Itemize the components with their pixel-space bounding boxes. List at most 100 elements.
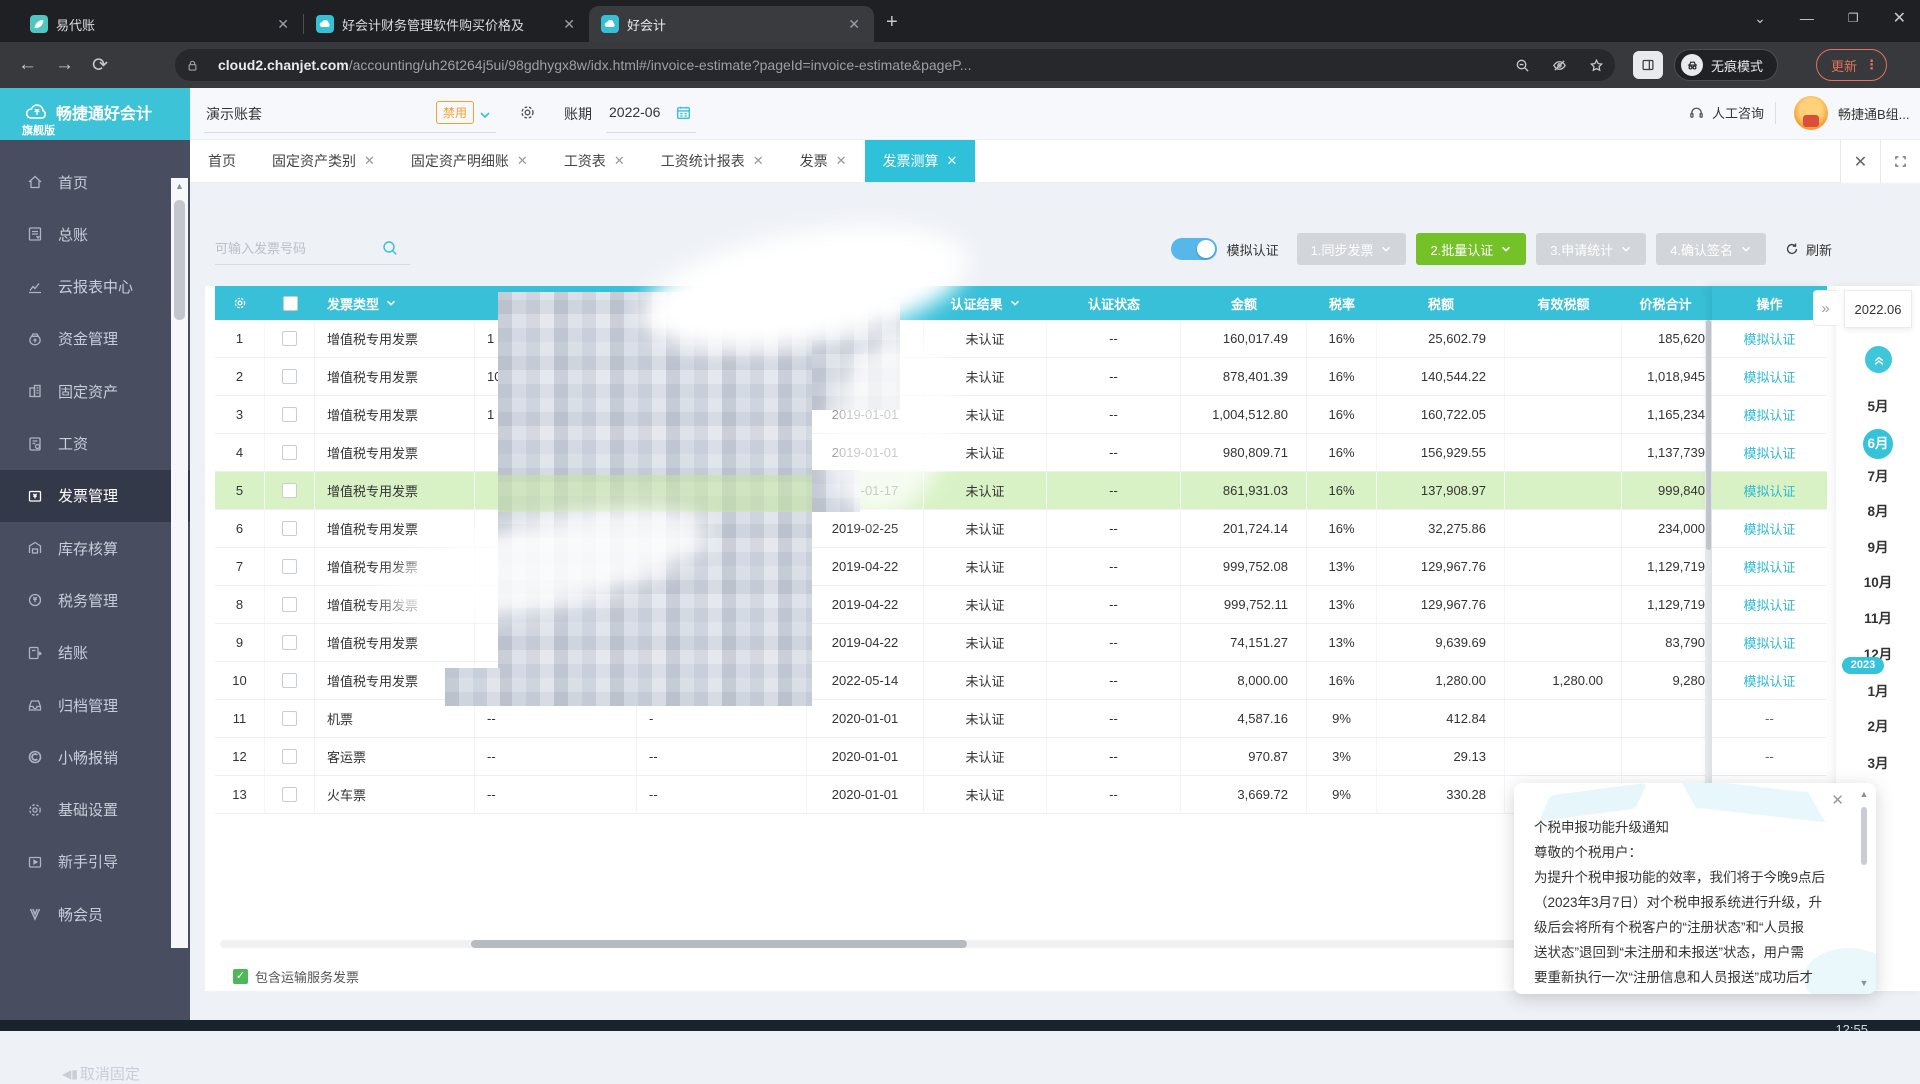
sidebar-item-archive[interactable]: 归档管理 xyxy=(0,679,190,731)
page-tab-close-icon[interactable]: ✕ xyxy=(947,153,958,169)
month-item[interactable]: 2月 xyxy=(1836,715,1920,735)
user-avatar[interactable] xyxy=(1794,96,1828,130)
checked-checkbox-icon[interactable]: ✓ xyxy=(233,969,248,984)
sort-chevron-icon[interactable] xyxy=(1009,297,1021,309)
row-checkbox[interactable] xyxy=(282,483,297,498)
side-panel-icon[interactable] xyxy=(1633,51,1663,79)
month-item[interactable]: 7月 xyxy=(1836,465,1920,485)
popup-scrollbar-thumb[interactable] xyxy=(1861,807,1867,865)
new-tab-button[interactable]: + xyxy=(886,11,898,34)
row-checkbox[interactable] xyxy=(282,331,297,346)
window-minimize-icon[interactable]: — xyxy=(1800,10,1814,26)
user-name[interactable]: 畅捷通B组... xyxy=(1838,104,1918,123)
simulate-action[interactable]: 模拟认证 xyxy=(1712,586,1827,624)
page-tab[interactable]: 固定资产类别 ✕ xyxy=(254,140,393,182)
page-tab[interactable]: 发票测算 ✕ xyxy=(864,140,976,182)
table-row[interactable]: 9 增值税专用发票 2019-04-22 未认证 -- 74,151.27 13% 9,639… xyxy=(215,624,1827,662)
row-checkbox[interactable] xyxy=(282,521,297,536)
tab-close-icon[interactable]: ✕ xyxy=(844,16,864,33)
popup-scroll-down-icon[interactable]: ▼ xyxy=(1858,978,1870,988)
table-row[interactable]: 5增值税专用发票2019-01-17未认证--861,931.0316%137,… xyxy=(215,472,1827,510)
popup-close-icon[interactable]: ✕ xyxy=(1831,791,1844,809)
bookmark-star-icon[interactable] xyxy=(1588,57,1605,74)
invoice-search-input[interactable] xyxy=(215,240,380,256)
update-button[interactable]: 更新 ⋮ xyxy=(1816,49,1888,81)
page-tab-close-icon[interactable]: ✕ xyxy=(614,153,625,169)
simulate-action[interactable]: 模拟认证 xyxy=(1712,472,1827,510)
step-button[interactable]: 1.同步发票 xyxy=(1296,233,1407,265)
table-scrollbar[interactable] xyxy=(1705,320,1712,814)
table-row[interactable]: 12 客运票 -- -- 2020-01-01 未认证 -- 970.87 3% 29.13 xyxy=(215,738,1827,776)
simulate-toggle[interactable] xyxy=(1170,238,1217,260)
row-checkbox[interactable] xyxy=(282,635,297,650)
table-row[interactable]: 2增值税专用发票102019-01-01未认证--878,401.3916%14… xyxy=(215,358,1827,396)
row-checkbox[interactable] xyxy=(282,597,297,612)
eye-off-icon[interactable] xyxy=(1551,57,1568,74)
row-checkbox[interactable] xyxy=(282,749,297,764)
table-row[interactable]: 4增值税专用发票2019-01-01未认证--980,809.7116%156,… xyxy=(215,434,1827,472)
page-tab[interactable]: 发票 ✕ xyxy=(782,140,865,182)
page-tab[interactable]: 固定资产明细账 ✕ xyxy=(393,140,546,182)
step-button[interactable]: 3.申请统计 xyxy=(1536,233,1647,265)
sidebar-item-settings[interactable]: 基础设置 xyxy=(0,784,190,836)
page-tab-close-icon[interactable]: ✕ xyxy=(364,153,375,169)
month-item[interactable]: 6月 xyxy=(1863,429,1893,459)
row-checkbox[interactable] xyxy=(282,407,297,422)
simulate-action[interactable]: 模拟认证 xyxy=(1712,624,1827,662)
simulate-action[interactable]: 模拟认证 xyxy=(1712,548,1827,586)
row-checkbox[interactable] xyxy=(282,673,297,688)
tab-close-icon[interactable]: ✕ xyxy=(559,16,579,33)
month-item[interactable]: 3月 xyxy=(1836,752,1920,772)
month-panel-expander[interactable]: » xyxy=(1813,290,1837,326)
popup-scrollbar[interactable]: ▲ ▼ xyxy=(1858,789,1870,988)
sidebar-item-member[interactable]: 畅会员 xyxy=(0,888,190,940)
page-tab-close-icon[interactable]: ✕ xyxy=(753,153,764,169)
unpin-sidebar-button[interactable]: ◀▮ 取消固定 xyxy=(62,1063,140,1084)
month-item[interactable]: 1月 xyxy=(1836,680,1920,700)
sidebar-item-report[interactable]: 云报表中心 xyxy=(0,261,190,313)
row-checkbox[interactable] xyxy=(282,711,297,726)
sidebar-item-ledger[interactable]: 总账 xyxy=(0,208,190,260)
row-checkbox[interactable] xyxy=(282,559,297,574)
month-item[interactable]: 9月 xyxy=(1836,536,1920,556)
window-menu-icon[interactable]: ⌄ xyxy=(1754,10,1766,27)
select-all-checkbox[interactable] xyxy=(282,295,298,311)
search-icon[interactable] xyxy=(380,238,400,258)
browser-tab[interactable]: 好会计 ✕ xyxy=(589,6,874,42)
page-tab[interactable]: 工资表 ✕ xyxy=(546,140,643,182)
account-set-name[interactable]: 演示账套 xyxy=(206,104,262,124)
back-icon[interactable]: ← xyxy=(18,54,37,76)
simulate-action[interactable]: 模拟认证 xyxy=(1712,510,1827,548)
period-value[interactable]: 2022-06 xyxy=(609,104,660,120)
sidebar-scrollbar[interactable]: ▲ xyxy=(171,178,188,948)
horizontal-scrollbar-thumb[interactable] xyxy=(471,940,967,948)
months-scroll-up-button[interactable] xyxy=(1865,346,1892,373)
current-period-box[interactable]: 2022.06 xyxy=(1844,290,1912,328)
sidebar-item-home[interactable]: 首页 xyxy=(0,156,190,208)
sort-chevron-icon[interactable] xyxy=(385,297,397,309)
account-chevron-down-icon[interactable] xyxy=(478,108,492,122)
page-tab[interactable]: 工资统计报表 ✕ xyxy=(643,140,782,182)
sidebar-item-closing[interactable]: 结账 xyxy=(0,627,190,679)
forward-icon[interactable]: → xyxy=(55,54,74,76)
table-scrollbar-thumb[interactable] xyxy=(1706,320,1711,550)
brand-logo[interactable]: 畅捷通好会计 旗舰版 xyxy=(0,88,190,140)
row-checkbox[interactable] xyxy=(282,787,297,802)
page-tab-close-icon[interactable]: ✕ xyxy=(517,153,528,169)
step-button[interactable]: 2.批量认证 xyxy=(1416,233,1527,265)
include-transport-checkbox-row[interactable]: ✓ 包含运输服务发票 xyxy=(233,967,359,986)
row-checkbox[interactable] xyxy=(282,445,297,460)
table-row[interactable]: 1增值税专用发票12019-01-01未认证--160,017.4916%25,… xyxy=(215,320,1827,358)
fullscreen-button[interactable] xyxy=(1880,140,1920,183)
address-bar[interactable]: cloud2.chanjet.com /accounting/uh26t264j… xyxy=(175,49,1615,81)
row-checkbox[interactable] xyxy=(282,369,297,384)
account-settings-gear-icon[interactable] xyxy=(518,103,537,122)
table-row[interactable]: 6 增值税专用发票 2019-02-25 未认证 -- 201,724.14 16% 32,2… xyxy=(215,510,1827,548)
month-item[interactable]: 10月 xyxy=(1836,571,1920,591)
window-close-icon[interactable]: ✕ xyxy=(1893,8,1906,28)
sidebar-item-inventory[interactable]: 库存核算 xyxy=(0,522,190,574)
sidebar-item-asset[interactable]: 固定资产 xyxy=(0,365,190,417)
zoom-out-icon[interactable] xyxy=(1514,57,1531,74)
reload-icon[interactable]: ⟳ xyxy=(92,54,108,77)
sidebar-scrollbar-thumb[interactable] xyxy=(174,200,185,320)
